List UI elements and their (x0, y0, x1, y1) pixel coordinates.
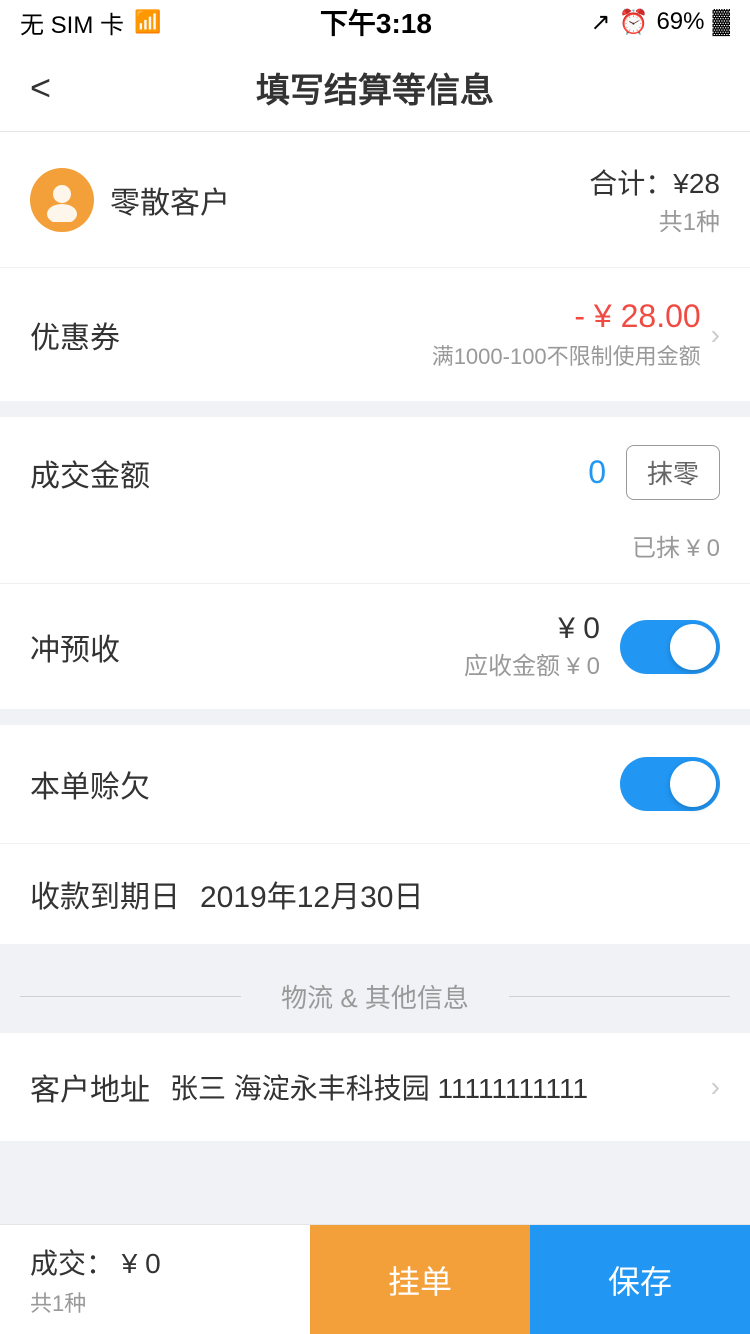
wifi-icon: 📶 (134, 9, 161, 35)
page-title: 填写结算等信息 (256, 63, 494, 112)
total-amount: 合计：¥28 (589, 162, 720, 202)
debt-toggle-knob (670, 761, 716, 807)
trade-label: 成交： (30, 1248, 114, 1279)
toggle-knob (670, 624, 716, 670)
sim-label: 无 SIM 卡 (20, 5, 124, 40)
debt-toggle[interactable] (620, 757, 720, 811)
battery-label: 69% (656, 8, 704, 36)
transaction-sub: 已抹 ¥ 0 (632, 535, 720, 562)
bottom-info: 成交： ¥ 0 共1种 (0, 1242, 310, 1318)
location-icon: ↗ (590, 8, 610, 37)
nav-bar: < 填写结算等信息 (0, 44, 750, 132)
bottom-count: 共1种 (30, 1286, 280, 1318)
separator-section: 物流 & 其他信息 (0, 960, 750, 1033)
status-left: 无 SIM 卡 📶 (20, 5, 161, 40)
transaction-input[interactable] (526, 454, 606, 491)
debt-label: 本单赊欠 (30, 762, 150, 806)
save-button-label: 保存 (608, 1257, 672, 1303)
battery-icon: ▓ (712, 8, 730, 36)
status-bar: 无 SIM 卡 📶 下午3:18 ↗ ⏰ 69% ▓ (0, 0, 750, 44)
sep-line-right (509, 996, 730, 997)
separator-label: 物流 & 其他信息 (281, 978, 469, 1015)
customer-name: 零散客户 (110, 178, 230, 222)
transaction-right: 抹零 (526, 445, 720, 500)
save-button[interactable]: 保存 (530, 1225, 750, 1334)
prepay-label: 冲预收 (30, 625, 120, 669)
address-value: 张三 海淀永丰科技园 11111111111 (170, 1067, 711, 1107)
coupon-label: 优惠券 (30, 313, 120, 357)
prepay-toggle[interactable] (620, 620, 720, 674)
prepay-row: 冲预收 ¥ 0 应收金额 ¥ 0 (0, 583, 750, 709)
transaction-row: 成交金额 抹零 (0, 417, 750, 528)
address-label: 客户地址 (30, 1065, 150, 1109)
date-row: 收款到期日 2019年12月30日 (0, 843, 750, 944)
customer-right: 合计：¥28 共1种 (589, 162, 720, 237)
debt-row: 本单赊欠 (0, 725, 750, 843)
prepay-right: ¥ 0 应收金额 ¥ 0 (464, 612, 720, 681)
bottom-trade: 成交： ¥ 0 (30, 1242, 280, 1282)
coupon-row[interactable]: 优惠券 - ¥ 28.00 满1000-100不限制使用金额 › (0, 267, 750, 401)
transaction-label: 成交金额 (30, 451, 150, 495)
due-date-label: 收款到期日 (30, 872, 180, 916)
customer-left: 零散客户 (30, 168, 230, 232)
customer-section: 零散客户 合计：¥28 共1种 优惠券 - ¥ 28.00 满1000-100不… (0, 132, 750, 401)
sep-line-left (20, 996, 241, 997)
coupon-arrow-icon: › (711, 319, 720, 351)
prepay-amount: ¥ 0 (464, 612, 600, 646)
address-section: 客户地址 张三 海淀永丰科技园 11111111111 › (0, 1033, 750, 1141)
transaction-section: 成交金额 抹零 已抹 ¥ 0 冲预收 ¥ 0 应收金额 ¥ 0 (0, 417, 750, 709)
prepay-sub: 应收金额 ¥ 0 (464, 646, 600, 681)
round-zero-button[interactable]: 抹零 (626, 445, 720, 500)
coupon-right: - ¥ 28.00 满1000-100不限制使用金额 › (432, 298, 720, 371)
alarm-icon: ⏰ (619, 8, 649, 37)
hang-button-label: 挂单 (388, 1257, 452, 1303)
coupon-desc: 满1000-100不限制使用金额 (432, 339, 701, 371)
status-right: ↗ ⏰ 69% ▓ (590, 8, 730, 37)
status-time: 下午3:18 (320, 2, 432, 42)
address-arrow-icon: › (711, 1071, 720, 1103)
trade-value: ¥ 0 (122, 1248, 161, 1279)
back-icon: < (30, 67, 51, 108)
bottom-bar: 成交： ¥ 0 共1种 挂单 保存 (0, 1224, 750, 1334)
hang-button[interactable]: 挂单 (310, 1225, 530, 1334)
due-date-value: 2019年12月30日 (200, 872, 423, 916)
customer-row: 零散客户 合计：¥28 共1种 (0, 132, 750, 267)
coupon-detail: - ¥ 28.00 满1000-100不限制使用金额 (432, 298, 701, 371)
coupon-amount: - ¥ 28.00 (432, 298, 701, 335)
address-row[interactable]: 客户地址 张三 海淀永丰科技园 11111111111 › (0, 1033, 750, 1141)
back-button[interactable]: < (30, 67, 51, 109)
prepay-amount-wrap: ¥ 0 应收金额 ¥ 0 (464, 612, 600, 681)
total-count: 共1种 (589, 202, 720, 237)
debt-section: 本单赊欠 收款到期日 2019年12月30日 (0, 725, 750, 944)
avatar (30, 168, 94, 232)
